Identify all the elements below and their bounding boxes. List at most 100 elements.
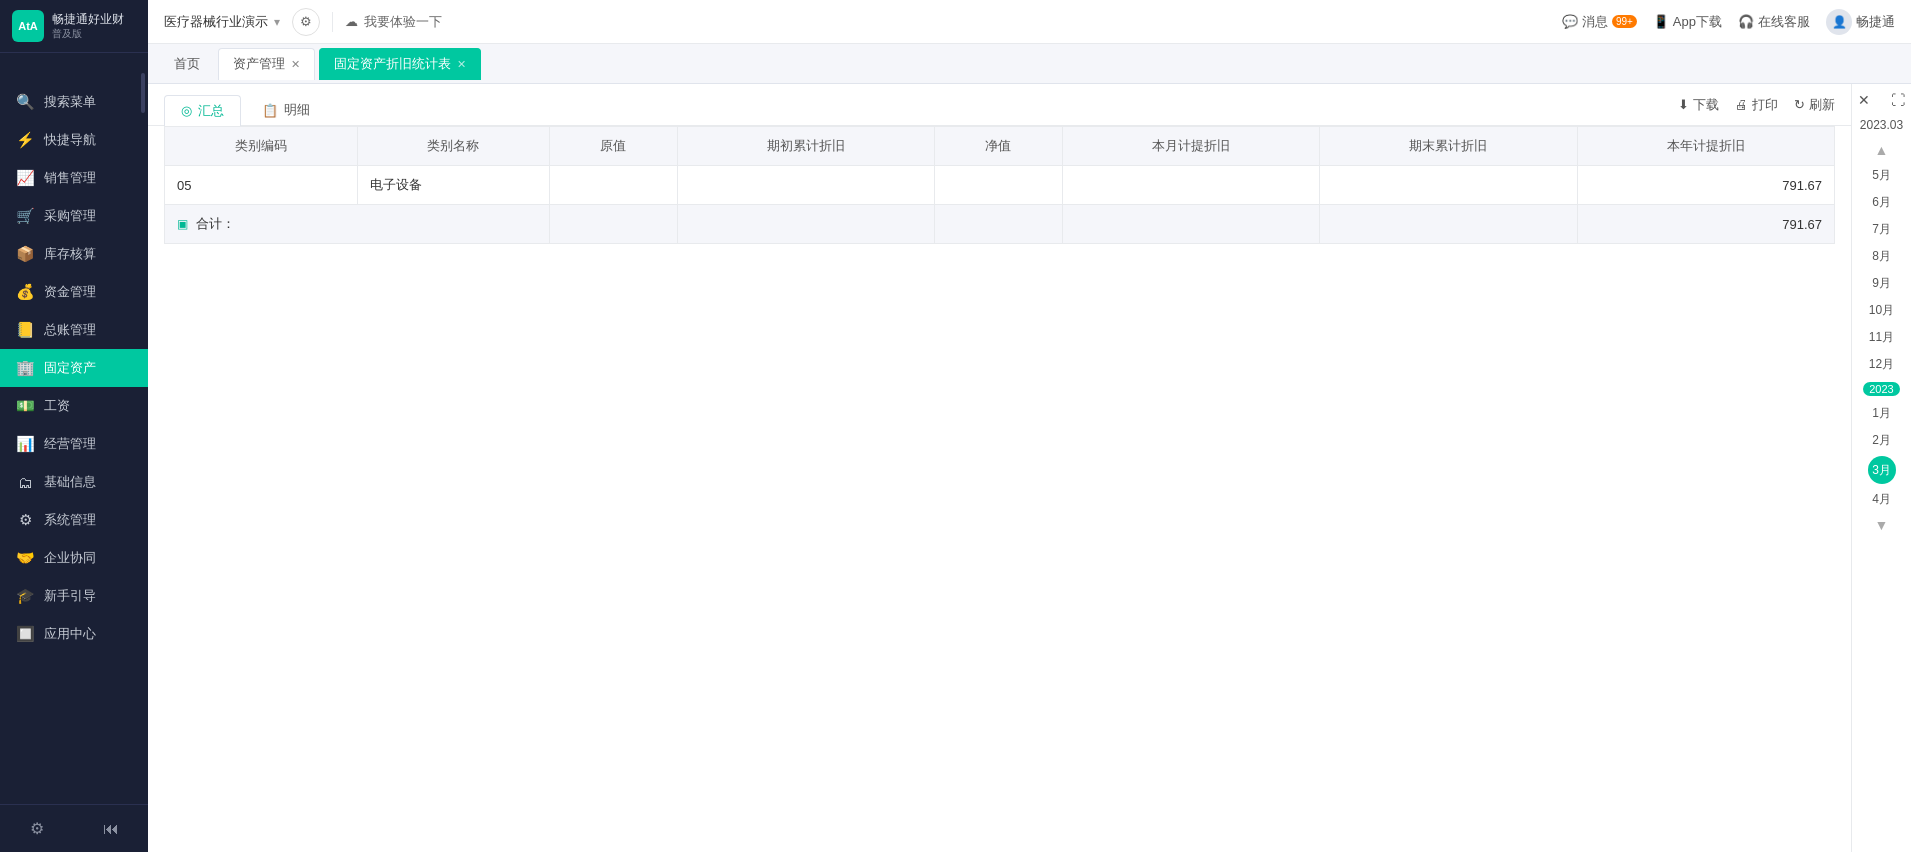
sidebar-item-label: 搜索菜单 xyxy=(44,93,96,111)
sidebar-item-label: 新手引导 xyxy=(44,587,96,605)
download-icon: ⬇ xyxy=(1678,97,1689,112)
funds-icon: 💰 xyxy=(16,283,34,301)
print-button[interactable]: 🖨 打印 xyxy=(1735,96,1778,114)
app-download-button[interactable]: 📱 App下载 xyxy=(1653,13,1722,31)
sidebar-item-label: 基础信息 xyxy=(44,473,96,491)
detail-label: 明细 xyxy=(284,101,310,119)
app-version: 普及版 xyxy=(52,27,124,41)
guide-icon: 🎓 xyxy=(16,587,34,605)
sidebar-item-label: 销售管理 xyxy=(44,169,96,187)
cell-net-value xyxy=(935,166,1063,205)
sidebar-item-sales[interactable]: 📈 销售管理 xyxy=(0,159,148,197)
month-2[interactable]: 2月 xyxy=(1852,427,1911,454)
logo-icon: AtA xyxy=(12,10,44,42)
avatar: 👤 xyxy=(1826,9,1852,35)
settings-button[interactable]: ⚙ xyxy=(292,8,320,36)
company-selector[interactable]: 医疗器械行业演示 ▾ xyxy=(164,13,280,31)
refresh-button[interactable]: ↻ 刷新 xyxy=(1794,96,1835,114)
subtab-detail[interactable]: 📋 明细 xyxy=(245,94,327,125)
app-center-icon: 🔲 xyxy=(16,625,34,643)
summary-label: 汇总 xyxy=(198,102,224,120)
content-main: ◎ 汇总 📋 明细 ⬇ 下载 🖨 打印 xyxy=(148,84,1851,852)
sidebar-item-payroll[interactable]: 💵 工资 xyxy=(0,387,148,425)
print-label: 打印 xyxy=(1752,96,1778,114)
month-6-prev[interactable]: 6月 xyxy=(1852,189,1911,216)
month-10-prev[interactable]: 10月 xyxy=(1852,297,1911,324)
sidebar: AtA 畅捷通好业财 普及版 🔍 搜索菜单 ⚡ 快捷导航 📈 销售管理 🛒 采购… xyxy=(0,0,148,852)
download-button[interactable]: ⬇ 下载 xyxy=(1678,96,1719,114)
col-annual-depreciation: 本年计提折旧 xyxy=(1577,127,1835,166)
sidebar-item-system[interactable]: ⚙ 系统管理 xyxy=(0,501,148,539)
month-12-prev[interactable]: 12月 xyxy=(1852,351,1911,378)
sidebar-item-quick-nav[interactable]: ⚡ 快捷导航 xyxy=(0,121,148,159)
customer-service-button[interactable]: 🎧 在线客服 xyxy=(1738,13,1810,31)
right-date-panel: ✕ ⛶ 2023.03 ▲ 5月 6月 7月 8月 9月 10月 11月 12月… xyxy=(1851,84,1911,852)
month-3-active[interactable]: 3月 xyxy=(1868,456,1896,484)
tab-home[interactable]: 首页 xyxy=(160,48,214,80)
company-name: 医疗器械行业演示 xyxy=(164,13,268,31)
month-11-prev[interactable]: 11月 xyxy=(1852,324,1911,351)
app-name: 畅捷通好业财 xyxy=(52,11,124,28)
enterprise-icon: 🤝 xyxy=(16,549,34,567)
sum-icon: ▣ xyxy=(177,217,188,231)
month-9-prev[interactable]: 9月 xyxy=(1852,270,1911,297)
purchase-icon: 🛒 xyxy=(16,207,34,225)
col-net-value: 净值 xyxy=(935,127,1063,166)
sidebar-item-funds[interactable]: 💰 资金管理 xyxy=(0,273,148,311)
sum-ending-accum xyxy=(1320,205,1578,244)
panel-expand-button[interactable]: ⛶ xyxy=(1891,92,1905,108)
message-icon: 💬 xyxy=(1562,14,1578,29)
logo-text-group: 畅捷通好业财 普及版 xyxy=(52,11,124,42)
download-label: 下载 xyxy=(1693,96,1719,114)
refresh-label: 刷新 xyxy=(1809,96,1835,114)
month-8-prev[interactable]: 8月 xyxy=(1852,243,1911,270)
period-label: 2023.03 xyxy=(1852,114,1911,138)
fixed-asset-report-close-icon[interactable]: ✕ xyxy=(457,58,466,71)
collapse-sidebar-icon[interactable]: ⏮ xyxy=(97,814,125,844)
tab-asset-management[interactable]: 资产管理 ✕ xyxy=(218,48,315,80)
month-7-prev[interactable]: 7月 xyxy=(1852,216,1911,243)
nav-up-arrow[interactable]: ▲ xyxy=(1875,142,1889,158)
sidebar-item-enterprise[interactable]: 🤝 企业协同 xyxy=(0,539,148,577)
user-profile[interactable]: 👤 畅捷通 xyxy=(1826,9,1895,35)
sidebar-item-purchase[interactable]: 🛒 采购管理 xyxy=(0,197,148,235)
settings-bottom-icon[interactable]: ⚙ xyxy=(24,813,50,844)
sidebar-item-ledger[interactable]: 📒 总账管理 xyxy=(0,311,148,349)
cell-annual-depreciation: 791.67 xyxy=(1577,166,1835,205)
sum-row: ▣ 合计： 791.67 xyxy=(165,205,1835,244)
sidebar-item-app-center[interactable]: 🔲 应用中心 xyxy=(0,615,148,653)
month-4[interactable]: 4月 xyxy=(1852,486,1911,513)
col-monthly-depreciation: 本月计提折旧 xyxy=(1062,127,1320,166)
table-row[interactable]: 05 电子设备 791.67 xyxy=(165,166,1835,205)
asset-mgmt-close-icon[interactable]: ✕ xyxy=(291,58,300,71)
sidebar-item-inventory[interactable]: 📦 库存核算 xyxy=(0,235,148,273)
sidebar-item-guide[interactable]: 🎓 新手引导 xyxy=(0,577,148,615)
search-icon: 🔍 xyxy=(16,93,34,111)
sidebar-item-operations[interactable]: 📊 经营管理 xyxy=(0,425,148,463)
sidebar-item-basic-info[interactable]: 🗂 基础信息 xyxy=(0,463,148,501)
sidebar-item-label: 固定资产 xyxy=(44,359,96,377)
table-header-row: 类别编码 类别名称 原值 期初累计折旧 净值 本月计提折旧 期末累计折旧 本年计… xyxy=(165,127,1835,166)
app-download-label: App下载 xyxy=(1673,13,1722,31)
topbar: 医疗器械行业演示 ▾ ⚙ ☁ 我要体验一下 💬 消息 99+ 📱 App下载 🎧… xyxy=(148,0,1911,44)
sidebar-item-fixed-assets[interactable]: 🏢 固定资产 xyxy=(0,349,148,387)
tab-fixed-asset-report[interactable]: 固定资产折旧统计表 ✕ xyxy=(319,48,481,80)
sidebar-item-search[interactable]: 🔍 搜索菜单 xyxy=(0,83,148,121)
col-ending-accum: 期末累计折旧 xyxy=(1320,127,1578,166)
month-5-prev[interactable]: 5月 xyxy=(1852,162,1911,189)
cell-beginning-accum xyxy=(677,166,935,205)
col-beginning-accum: 期初累计折旧 xyxy=(677,127,935,166)
experience-button[interactable]: ☁ 我要体验一下 xyxy=(345,13,442,31)
cell-original-value xyxy=(550,166,678,205)
message-button[interactable]: 💬 消息 99+ xyxy=(1562,13,1637,31)
summary-icon: ◎ xyxy=(181,103,192,118)
panel-close-button[interactable]: ✕ xyxy=(1858,92,1870,108)
operations-icon: 📊 xyxy=(16,435,34,453)
month-1[interactable]: 1月 xyxy=(1852,400,1911,427)
asset-mgmt-label: 资产管理 xyxy=(233,55,285,73)
nav-down-arrow[interactable]: ▼ xyxy=(1875,517,1889,533)
sidebar-nav: 🔍 搜索菜单 ⚡ 快捷导航 📈 销售管理 🛒 采购管理 📦 库存核算 💰 资金管… xyxy=(0,83,148,804)
print-icon: 🖨 xyxy=(1735,97,1748,112)
subtab-summary[interactable]: ◎ 汇总 xyxy=(164,95,241,126)
content-area: ◎ 汇总 📋 明细 ⬇ 下载 🖨 打印 xyxy=(148,84,1911,852)
